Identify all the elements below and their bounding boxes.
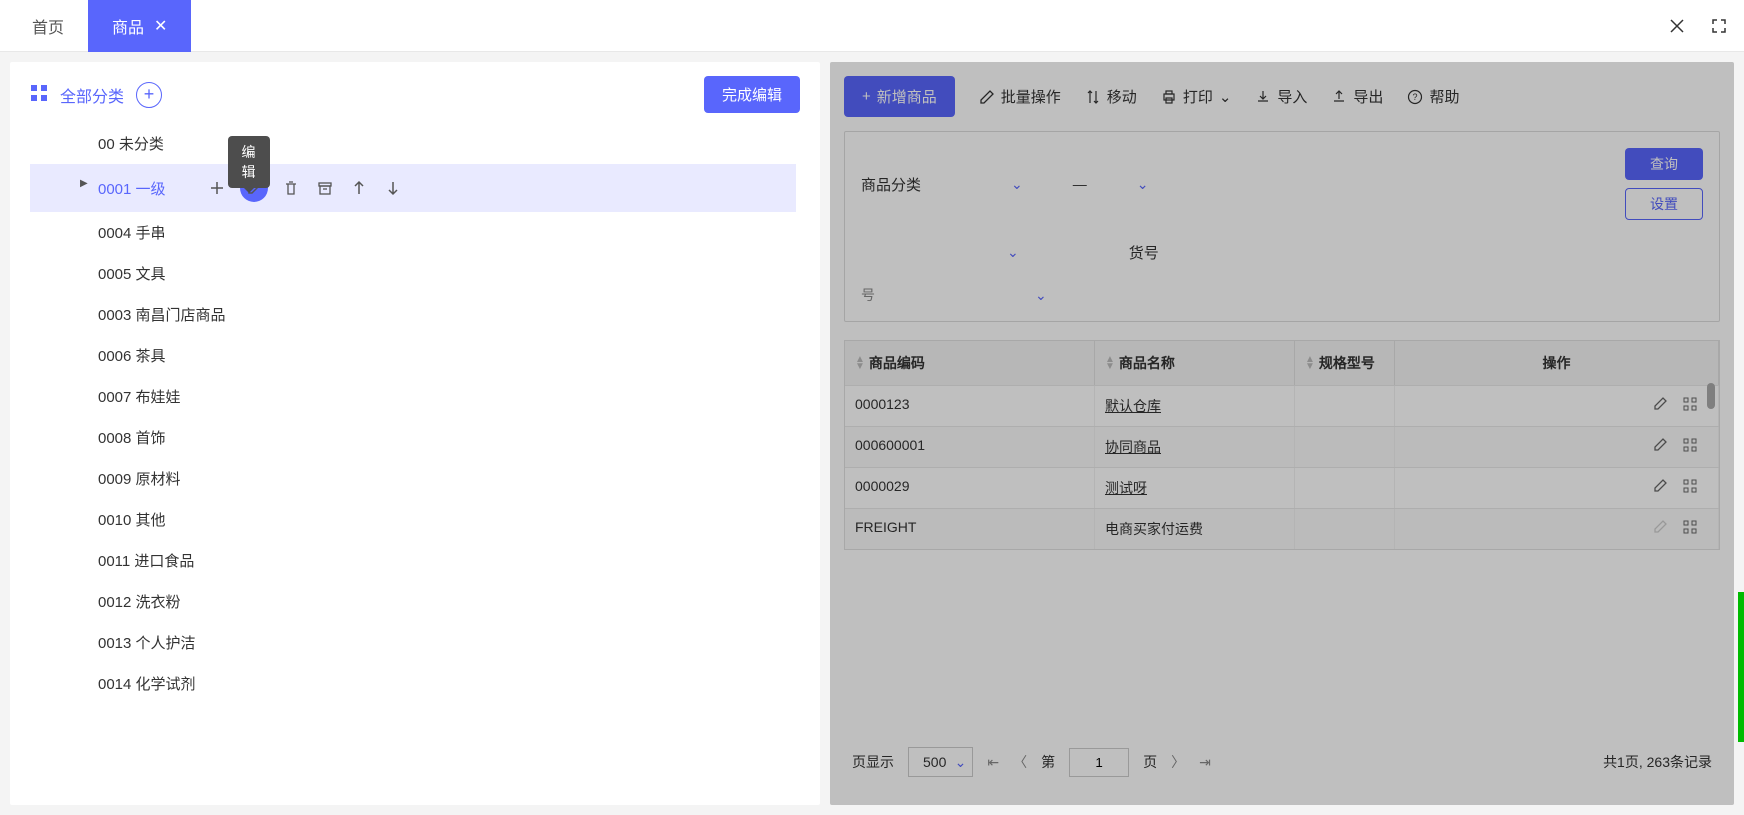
tree-item[interactable]: 00 未分类 [30, 123, 796, 164]
tree-item-label: 0003 南昌门店商品 [98, 307, 226, 324]
all-categories-label[interactable]: 全部分类 [60, 83, 124, 107]
tree-item-label: 0012 洗衣粉 [98, 594, 181, 611]
tree-item[interactable]: 0005 文具 [30, 253, 796, 294]
tree-item-label: 0014 化学试剂 [98, 676, 196, 693]
tree-item-label: 0005 文具 [98, 266, 166, 283]
tab-product[interactable]: 商品 ✕ [88, 0, 191, 52]
delete-icon[interactable] [280, 177, 302, 199]
tab-home[interactable]: 首页 [8, 0, 88, 52]
tree-item[interactable]: 0013 个人护洁 [30, 622, 796, 663]
add-child-icon[interactable] [206, 177, 228, 199]
tree-item-label: 0004 手串 [98, 225, 166, 242]
fullscreen-icon[interactable] [1702, 9, 1736, 43]
add-category-button[interactable]: + [136, 82, 162, 108]
tree-item[interactable]: 0003 南昌门店商品 [30, 294, 796, 335]
tree-item[interactable]: 0011 进口食品 [30, 540, 796, 581]
tree-item-label: 0001 一级 [98, 178, 166, 199]
tab-label: 商品 [112, 14, 144, 38]
tree-item-label: 0006 茶具 [98, 348, 166, 365]
category-panel: 全部分类 + 完成编辑 00 未分类 ▶ 0001 一级 编辑 0004 手串 0005 … [10, 62, 820, 805]
tree-item-label: 0008 首饰 [98, 430, 166, 447]
green-accent [1738, 592, 1744, 742]
category-tree[interactable]: 00 未分类 ▶ 0001 一级 编辑 0004 手串 0005 文具 0003 南昌门店商… [30, 123, 800, 791]
close-all-icon[interactable] [1660, 9, 1694, 43]
tree-item[interactable]: 0004 手串 [30, 212, 796, 253]
tree-item[interactable]: 0007 布娃娃 [30, 376, 796, 417]
tree-item[interactable]: 0009 原材料 [30, 458, 796, 499]
tree-item-label: 0007 布娃娃 [98, 389, 181, 406]
expand-icon[interactable]: ▶ [80, 178, 88, 189]
edit-icon[interactable]: 编辑 [240, 174, 268, 202]
tree-item-label: 0010 其他 [98, 512, 166, 529]
tree-item-label: 0009 原材料 [98, 471, 181, 488]
tree-item[interactable]: 0014 化学试剂 [30, 663, 796, 704]
archive-icon[interactable] [314, 177, 336, 199]
close-icon[interactable]: ✕ [154, 16, 167, 36]
move-down-icon[interactable] [382, 177, 404, 199]
tree-item[interactable]: 0010 其他 [30, 499, 796, 540]
tree-item[interactable]: 0006 茶具 [30, 335, 796, 376]
header-tabs: 首页 商品 ✕ [0, 0, 1744, 52]
done-edit-button[interactable]: 完成编辑 [704, 76, 800, 113]
tree-item-label: 0011 进口食品 [98, 553, 194, 570]
grid-icon [30, 84, 48, 105]
tree-item[interactable]: ▶ 0001 一级 编辑 [30, 164, 796, 212]
modal-overlay [830, 62, 1734, 805]
tree-item[interactable]: 0012 洗衣粉 [30, 581, 796, 622]
tree-item-label: 0013 个人护洁 [98, 635, 196, 652]
main-panel: + 新增商品 批量操作 移动 打印 ⌄ [830, 62, 1734, 805]
move-up-icon[interactable] [348, 177, 370, 199]
tooltip: 编辑 [228, 136, 270, 188]
tree-item-label: 00 未分类 [98, 136, 164, 153]
tree-item[interactable]: 0008 首饰 [30, 417, 796, 458]
